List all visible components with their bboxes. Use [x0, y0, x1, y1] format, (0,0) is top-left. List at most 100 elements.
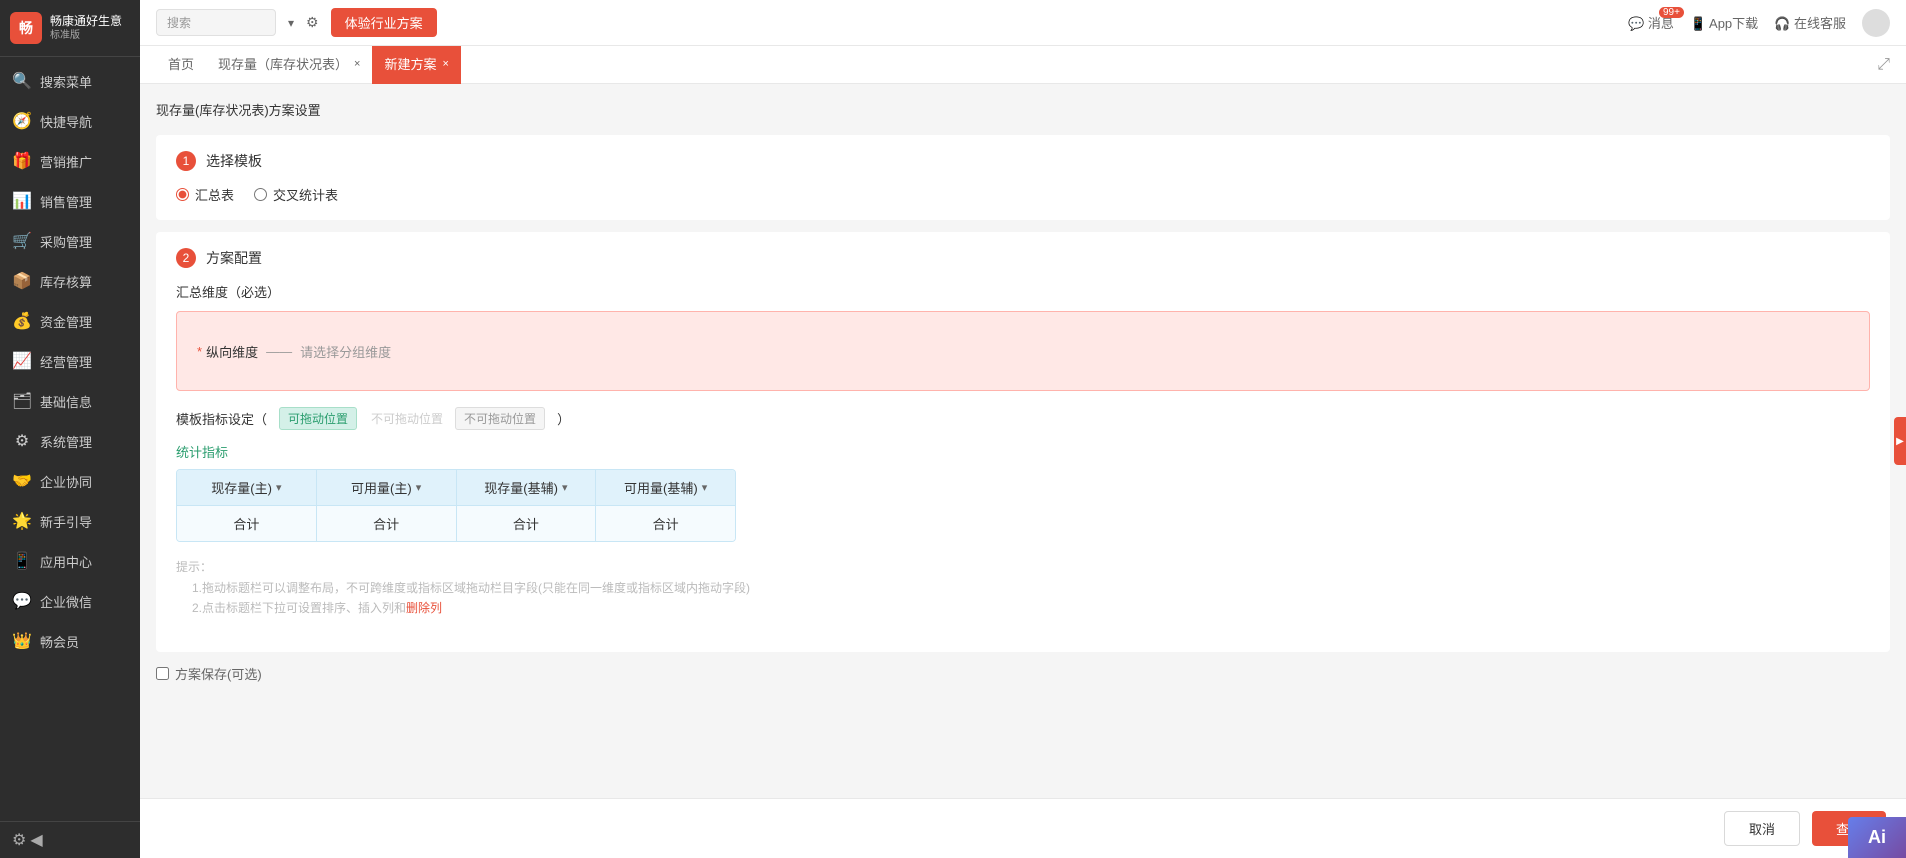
stats-header-cell[interactable]: 现存量(基辅)▾ — [457, 470, 597, 505]
sidebar-item-enterprise[interactable]: 🤝 企业协同 — [0, 461, 140, 501]
tab-home[interactable]: 首页 — [156, 46, 206, 84]
app-download-button[interactable]: 📱 App下载 — [1690, 13, 1758, 32]
topbar-right: 💬 消息 99+ 📱 App下载 🎧 在线客服 — [1628, 9, 1890, 37]
topbar-search[interactable]: 搜索 — [156, 9, 276, 36]
sidebar-label-marketing: 营销推广 — [40, 152, 92, 171]
sidebar-item-purchase[interactable]: 🛒 采购管理 — [0, 221, 140, 261]
draggable-badge: 可拖动位置 — [279, 407, 357, 430]
sidebar-item-system[interactable]: ⚙ 系统管理 — [0, 421, 140, 461]
sidebar-item-marketing[interactable]: 🎁 营销推广 — [0, 141, 140, 181]
sidebar-icon-inventory: 📦 — [12, 271, 32, 291]
sidebar-label-basic: 基础信息 — [40, 392, 92, 411]
online-service-button[interactable]: 🎧 在线客服 — [1774, 13, 1846, 32]
tab-inventory-close[interactable]: × — [354, 58, 360, 70]
dimension-box[interactable]: * 纵向维度 —— 请选择分组维度 — [176, 311, 1870, 391]
sidebar-icon-system: ⚙ — [12, 431, 32, 451]
sidebar-icon-guide: 🌟 — [12, 511, 32, 531]
radio-cross[interactable]: 交叉统计表 — [254, 185, 338, 204]
sidebar-item-nav[interactable]: 🧭 快捷导航 — [0, 101, 140, 141]
cancel-button[interactable]: 取消 — [1724, 811, 1800, 846]
step2-badge: 2 — [176, 248, 196, 268]
radio-cross-input[interactable] — [254, 188, 267, 201]
sidebar: 畅 畅康通好生意 标准版 🔍 搜索菜单 🧭 快捷导航 🎁 营销推广 📊 销售管理… — [0, 0, 140, 858]
sidebar-item-search[interactable]: 🔍 搜索菜单 — [0, 61, 140, 101]
message-button[interactable]: 💬 消息 99+ — [1628, 13, 1674, 32]
dimension-required-mark: * — [197, 344, 202, 359]
collapse-icon[interactable]: ◀ — [30, 830, 42, 850]
stats-header-cell[interactable]: 可用量(主)▾ — [317, 470, 457, 505]
section2-title: 方案配置 — [206, 248, 262, 268]
tips-section: 提示： 1.拖动标题栏可以调整布局，不可跨维度或指标区域拖动栏目字段(只能在同一… — [176, 558, 1870, 616]
stats-body-row: 合计合计合计合计 — [177, 505, 735, 541]
topbar-gear-icon[interactable]: ⚙ — [306, 14, 319, 31]
bottom-bar: 取消 查询 — [140, 798, 1906, 858]
sidebar-icon-finance: 💰 — [12, 311, 32, 331]
save-option: 方案保存(可选) — [156, 664, 1890, 683]
sidebar-item-appstore[interactable]: 📱 应用中心 — [0, 541, 140, 581]
section1-header: 1 选择模板 — [176, 151, 1870, 171]
stats-header-cell[interactable]: 现存量(主)▾ — [177, 470, 317, 505]
section-config: 2 方案配置 汇总维度（必选） * 纵向维度 —— 请选择分组维度 模板指标设定… — [156, 232, 1890, 652]
sidebar-logo: 畅 畅康通好生意 标准版 — [0, 0, 140, 57]
sidebar-item-member[interactable]: 👑 畅会员 — [0, 621, 140, 661]
logo-text: 畅康通好生意 标准版 — [50, 14, 122, 43]
ai-badge[interactable]: Ai — [1848, 817, 1906, 858]
tip-item-1: 1.拖动标题栏可以调整布局，不可跨维度或指标区域拖动栏目字段(只能在同一维度或指… — [192, 579, 1870, 596]
trial-button[interactable]: 体验行业方案 — [331, 8, 437, 37]
sidebar-icon-appstore: 📱 — [12, 551, 32, 571]
section1-title: 选择模板 — [206, 151, 262, 171]
tab-new-plan[interactable]: 新建方案 × — [372, 46, 460, 84]
save-label: 方案保存(可选) — [175, 664, 262, 683]
message-badge: 99+ — [1659, 7, 1684, 18]
dimension-placeholder: 请选择分组维度 — [300, 342, 391, 361]
sidebar-item-sales[interactable]: 📊 销售管理 — [0, 181, 140, 221]
tab-expand-icon[interactable]: ⤢ — [1877, 56, 1890, 74]
sidebar-item-finance[interactable]: 💰 资金管理 — [0, 301, 140, 341]
sidebar-bottom: ⚙ ◀ — [0, 821, 140, 858]
sidebar-label-operations: 经营管理 — [40, 352, 92, 371]
chevron-down-icon: ▾ — [276, 481, 282, 494]
sidebar-icon-purchase: 🛒 — [12, 231, 32, 251]
logo-icon: 畅 — [10, 12, 42, 44]
stats-body-cell: 合计 — [596, 506, 735, 541]
tips-title: 提示： — [176, 558, 1870, 575]
chevron-down-icon: ▾ — [702, 481, 708, 494]
sidebar-icon-sales: 📊 — [12, 191, 32, 211]
stats-table: 现存量(主)▾可用量(主)▾现存量(基辅)▾可用量(基辅)▾ 合计合计合计合计 — [176, 469, 736, 542]
sidebar-item-inventory[interactable]: 📦 库存核算 — [0, 261, 140, 301]
sidebar-item-operations[interactable]: 📈 经营管理 — [0, 341, 140, 381]
user-avatar[interactable] — [1862, 9, 1890, 37]
sidebar-label-enterprise: 企业协同 — [40, 472, 92, 491]
metrics-setting: 模板指标设定（ 可拖动位置 不可拖动位置 不可拖动位置 ） — [176, 407, 1870, 430]
stats-header-row: 现存量(主)▾可用量(主)▾现存量(基辅)▾可用量(基辅)▾ — [177, 470, 735, 505]
sidebar-label-system: 系统管理 — [40, 432, 92, 451]
tip-item-2: 2.点击标题栏下拉可设置排序、插入列和删除列 — [192, 599, 1870, 616]
sidebar-label-sales: 销售管理 — [40, 192, 92, 211]
save-checkbox[interactable] — [156, 667, 169, 680]
sidebar-icon-basic: 🗂 — [12, 391, 32, 411]
stats-section: 统计指标 现存量(主)▾可用量(主)▾现存量(基辅)▾可用量(基辅)▾ 合计合计… — [176, 442, 1870, 542]
radio-summary[interactable]: 汇总表 — [176, 185, 234, 204]
topbar-dropdown[interactable]: ▾ — [288, 16, 294, 30]
dimension-field-label: 纵向维度 — [206, 342, 258, 361]
sidebar-label-nav: 快捷导航 — [40, 112, 92, 131]
sidebar-label-member: 畅会员 — [40, 632, 79, 651]
sidebar-item-basic[interactable]: 🗂 基础信息 — [0, 381, 140, 421]
right-collapse-button[interactable]: ▶ — [1894, 417, 1906, 465]
section2-header: 2 方案配置 — [176, 248, 1870, 268]
sidebar-item-wechat[interactable]: 💬 企业微信 — [0, 581, 140, 621]
sidebar-icon-search: 🔍 — [12, 71, 32, 91]
sidebar-icon-enterprise: 🤝 — [12, 471, 32, 491]
radio-summary-input[interactable] — [176, 188, 189, 201]
content-area: ▶ 现存量(库存状况表)方案设置 1 选择模板 汇总表 交叉统计表 — [140, 84, 1906, 798]
stats-header-cell[interactable]: 可用量(基辅)▾ — [596, 470, 735, 505]
sidebar-label-finance: 资金管理 — [40, 312, 92, 331]
sidebar-label-wechat: 企业微信 — [40, 592, 92, 611]
sidebar-item-guide[interactable]: 🌟 新手引导 — [0, 501, 140, 541]
stats-body-cell: 合计 — [457, 506, 597, 541]
tab-inventory[interactable]: 现存量（库存状况表） × — [206, 46, 372, 84]
tab-new-plan-close[interactable]: × — [442, 58, 448, 70]
settings-icon[interactable]: ⚙ — [12, 830, 26, 850]
sidebar-label-guide: 新手引导 — [40, 512, 92, 531]
section-template: 1 选择模板 汇总表 交叉统计表 — [156, 135, 1890, 220]
